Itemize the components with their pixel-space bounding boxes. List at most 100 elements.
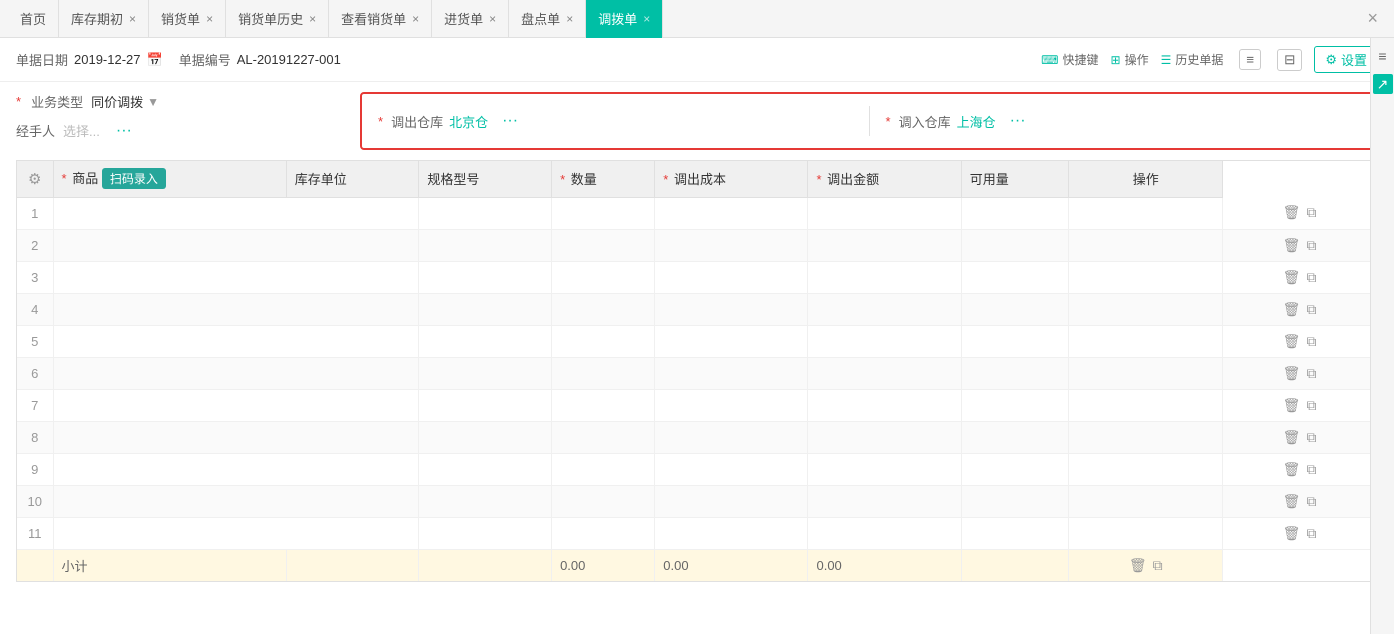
row-cost[interactable] bbox=[808, 517, 961, 549]
row-unit[interactable] bbox=[419, 389, 552, 421]
row-amount[interactable] bbox=[961, 229, 1069, 261]
row-quantity[interactable] bbox=[655, 197, 808, 229]
row-unit[interactable] bbox=[419, 517, 552, 549]
row-spec[interactable] bbox=[552, 325, 655, 357]
row-amount[interactable] bbox=[961, 261, 1069, 293]
col-settings[interactable]: ⚙ bbox=[17, 161, 53, 197]
row-amount[interactable] bbox=[961, 421, 1069, 453]
shortcuts-button[interactable]: ⌨ 快捷键 bbox=[1041, 51, 1098, 68]
row-product[interactable] bbox=[53, 197, 419, 229]
col-settings-icon[interactable]: ⚙ bbox=[28, 171, 41, 188]
row-delete-icon[interactable]: 🗑 bbox=[1283, 397, 1301, 414]
row-copy-icon[interactable]: ⧉ bbox=[1306, 525, 1316, 542]
tab-inventory-check-close[interactable]: × bbox=[566, 12, 573, 26]
row-amount[interactable] bbox=[961, 389, 1069, 421]
date-value[interactable]: 2019-12-27 bbox=[74, 52, 141, 67]
row-product[interactable] bbox=[53, 485, 419, 517]
row-cost[interactable] bbox=[808, 421, 961, 453]
row-unit[interactable] bbox=[419, 229, 552, 261]
row-product[interactable] bbox=[53, 517, 419, 549]
row-amount[interactable] bbox=[961, 517, 1069, 549]
row-spec[interactable] bbox=[552, 485, 655, 517]
row-cost[interactable] bbox=[808, 229, 961, 261]
row-cost[interactable] bbox=[808, 389, 961, 421]
row-unit[interactable] bbox=[419, 453, 552, 485]
row-copy-icon[interactable]: ⧉ bbox=[1306, 333, 1316, 350]
tab-sales-history[interactable]: 销货单历史 × bbox=[226, 0, 329, 38]
row-product[interactable] bbox=[53, 325, 419, 357]
row-quantity[interactable] bbox=[655, 389, 808, 421]
scan-button[interactable]: 扫码录入 bbox=[102, 168, 166, 189]
row-unit[interactable] bbox=[419, 485, 552, 517]
row-amount[interactable] bbox=[961, 197, 1069, 229]
row-spec[interactable] bbox=[552, 197, 655, 229]
row-unit[interactable] bbox=[419, 357, 552, 389]
row-quantity[interactable] bbox=[655, 421, 808, 453]
row-delete-icon[interactable]: 🗑 bbox=[1283, 429, 1301, 446]
row-copy-icon[interactable]: ⧉ bbox=[1306, 204, 1316, 221]
row-cost[interactable] bbox=[808, 485, 961, 517]
warehouse-in-more-icon[interactable]: ··· bbox=[1010, 112, 1026, 130]
right-panel-list-icon[interactable]: ≡ bbox=[1373, 46, 1393, 66]
row-product[interactable] bbox=[53, 421, 419, 453]
row-quantity[interactable] bbox=[655, 485, 808, 517]
warehouse-out-value[interactable]: 北京仓 bbox=[449, 112, 488, 131]
history-button[interactable]: ☰ 历史单据 bbox=[1161, 51, 1224, 68]
settings-button[interactable]: ⚙ 设置 bbox=[1314, 46, 1378, 73]
warehouse-in-value[interactable]: 上海仓 bbox=[957, 112, 996, 131]
row-quantity[interactable] bbox=[655, 229, 808, 261]
date-picker-icon[interactable]: 📅 bbox=[147, 52, 163, 68]
row-spec[interactable] bbox=[552, 229, 655, 261]
row-amount[interactable] bbox=[961, 485, 1069, 517]
row-cost[interactable] bbox=[808, 293, 961, 325]
tab-sales-order-close[interactable]: × bbox=[206, 12, 213, 26]
tab-purchase-order[interactable]: 进货单 × bbox=[432, 0, 509, 38]
tab-sales-history-close[interactable]: × bbox=[309, 12, 316, 26]
right-panel-export-icon[interactable]: ↗ bbox=[1373, 74, 1393, 94]
row-unit[interactable] bbox=[419, 293, 552, 325]
row-copy-icon[interactable]: ⧉ bbox=[1306, 429, 1316, 446]
row-delete-icon[interactable]: 🗑 bbox=[1283, 525, 1301, 542]
row-spec[interactable] bbox=[552, 261, 655, 293]
row-unit[interactable] bbox=[419, 325, 552, 357]
handler-more-icon[interactable]: ··· bbox=[116, 122, 132, 140]
row-delete-icon[interactable]: 🗑 bbox=[1283, 461, 1301, 478]
row-delete-icon[interactable]: 🗑 bbox=[1283, 333, 1301, 350]
row-product[interactable] bbox=[53, 229, 419, 261]
row-spec[interactable] bbox=[552, 517, 655, 549]
row-spec[interactable] bbox=[552, 453, 655, 485]
row-delete-icon[interactable]: 🗑 bbox=[1283, 301, 1301, 318]
row-delete-icon[interactable]: 🗑 bbox=[1283, 365, 1301, 382]
tab-view-sales[interactable]: 查看销货单 × bbox=[329, 0, 432, 38]
row-copy-icon[interactable]: ⧉ bbox=[1306, 365, 1316, 382]
row-copy-icon[interactable]: ⧉ bbox=[1306, 493, 1316, 510]
warehouse-out-more-icon[interactable]: ··· bbox=[502, 112, 518, 130]
row-delete-icon[interactable]: 🗑 bbox=[1283, 237, 1301, 254]
row-product[interactable] bbox=[53, 261, 419, 293]
tab-home[interactable]: 首页 bbox=[8, 0, 59, 38]
row-unit[interactable] bbox=[419, 421, 552, 453]
row-quantity[interactable] bbox=[655, 453, 808, 485]
row-cost[interactable] bbox=[808, 325, 961, 357]
row-cost[interactable] bbox=[808, 197, 961, 229]
row-amount[interactable] bbox=[961, 325, 1069, 357]
layout-button-1[interactable]: ≡ bbox=[1239, 49, 1261, 70]
row-copy-icon[interactable]: ⧉ bbox=[1306, 397, 1316, 414]
row-unit[interactable] bbox=[419, 197, 552, 229]
row-spec[interactable] bbox=[552, 421, 655, 453]
window-close-button[interactable]: × bbox=[1359, 8, 1386, 29]
row-quantity[interactable] bbox=[655, 261, 808, 293]
tab-transfer-order[interactable]: 调拨单 × bbox=[586, 0, 663, 38]
operations-button[interactable]: ⊞ 操作 bbox=[1111, 51, 1149, 68]
row-amount[interactable] bbox=[961, 453, 1069, 485]
row-quantity[interactable] bbox=[655, 325, 808, 357]
row-cost[interactable] bbox=[808, 261, 961, 293]
row-product[interactable] bbox=[53, 453, 419, 485]
tab-view-sales-close[interactable]: × bbox=[412, 12, 419, 26]
tab-sales-order[interactable]: 销货单 × bbox=[149, 0, 226, 38]
row-quantity[interactable] bbox=[655, 517, 808, 549]
row-spec[interactable] bbox=[552, 293, 655, 325]
row-copy-icon[interactable]: ⧉ bbox=[1306, 301, 1316, 318]
row-cost[interactable] bbox=[808, 357, 961, 389]
layout-button-2[interactable]: ⊟ bbox=[1277, 49, 1302, 71]
